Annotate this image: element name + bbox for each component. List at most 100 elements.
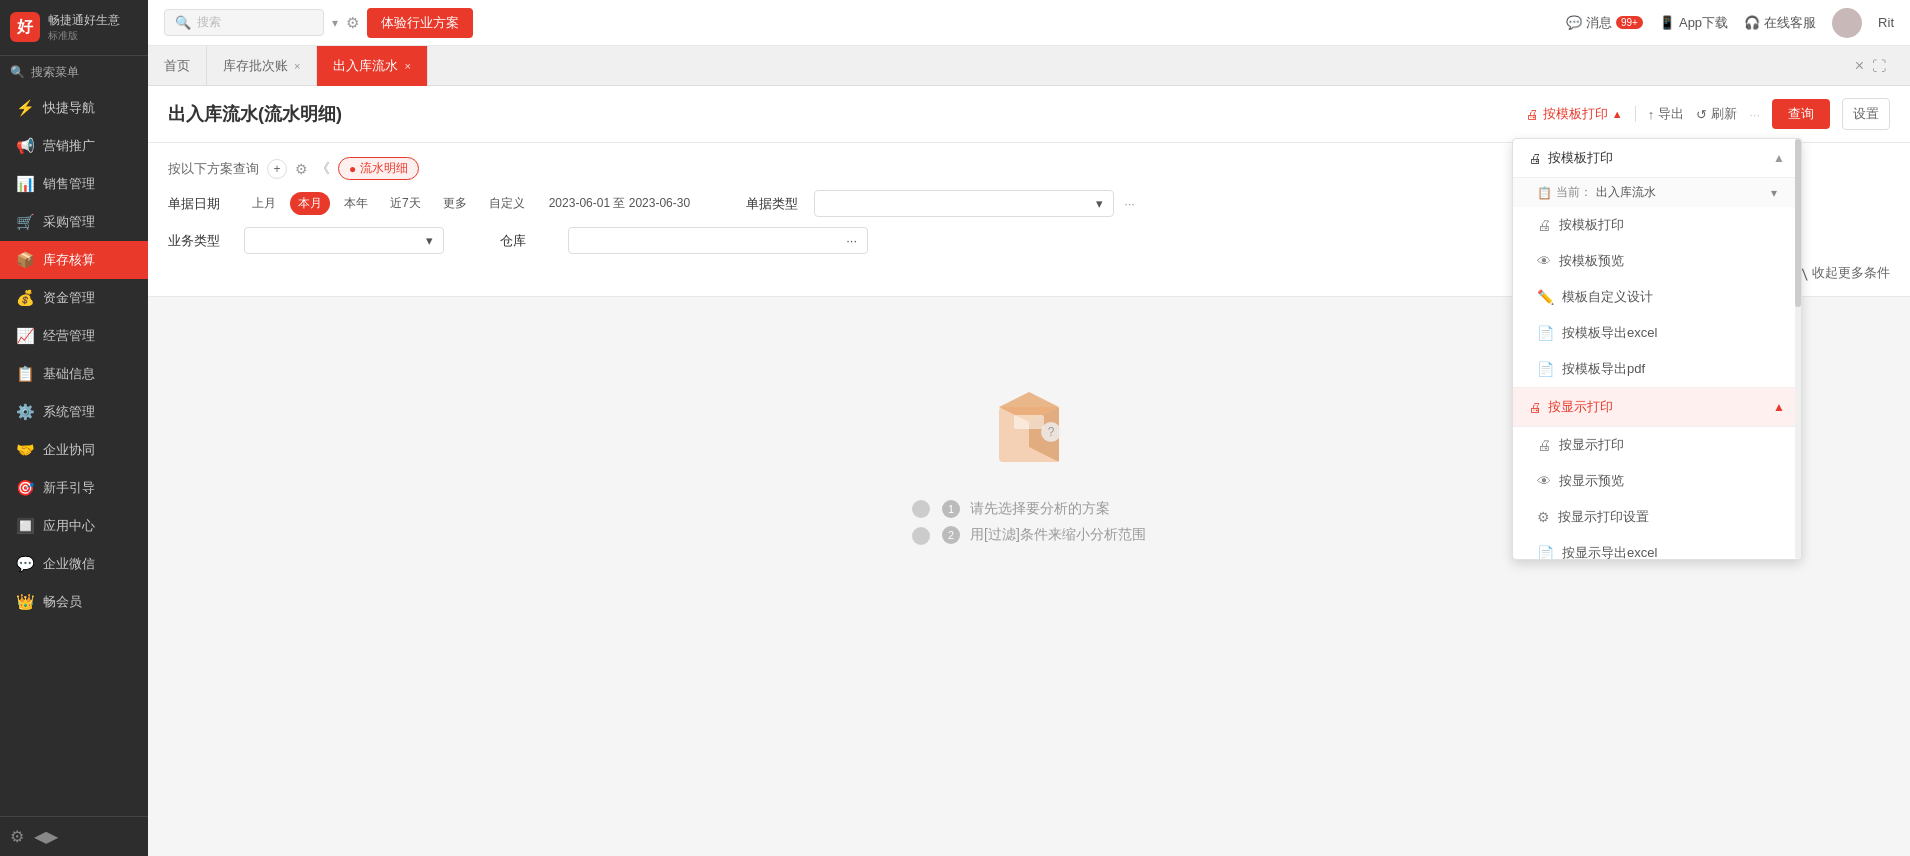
refresh-button[interactable]: ↺ 刷新 xyxy=(1696,105,1737,123)
tab-expand-icon[interactable]: ⛶ xyxy=(1872,58,1886,74)
topbar-search-box[interactable]: 🔍 搜索 xyxy=(164,9,324,36)
sidebar-item-collab[interactable]: 🤝 企业协同 xyxy=(0,431,148,469)
tab-in-out-flow-close[interactable]: × xyxy=(404,60,410,72)
topbar-right: 💬 消息 99+ 📱 App下载 🎧 在线客服 Rit xyxy=(1566,8,1894,38)
empty-hints-list: 1 请先选择要分析的方案 2 用[过滤]条件来缩小分析范围 xyxy=(912,500,1146,553)
date-more[interactable]: 更多 xyxy=(435,192,475,215)
dropdown-display-print-settings[interactable]: ⚙ 按显示打印设置 xyxy=(1513,499,1801,535)
warehouse-more-btn[interactable]: ··· xyxy=(846,233,857,248)
user-avatar[interactable] xyxy=(1832,8,1862,38)
display-print-section-label: 按显示打印 xyxy=(1548,398,1613,416)
template-print-button[interactable]: 🖨 按模板打印 ▲ xyxy=(1526,105,1623,123)
sidebar-bottom: ⚙ ◀▶ xyxy=(0,816,148,856)
app-download-button[interactable]: 📱 App下载 xyxy=(1659,14,1728,32)
current-template-name: 出入库流水 xyxy=(1596,184,1656,201)
business-type-select[interactable]: ▾ xyxy=(244,227,444,254)
date-current-year[interactable]: 本年 xyxy=(336,192,376,215)
dropdown-display-export-excel[interactable]: 📄 按显示导出excel xyxy=(1513,535,1801,559)
sidebar-item-corp-wechat[interactable]: 💬 企业微信 xyxy=(0,545,148,583)
filter-add-button[interactable]: + xyxy=(267,159,287,179)
sidebar-item-purchase[interactable]: 🛒 采购管理 xyxy=(0,203,148,241)
export-button[interactable]: ↑ 导出 xyxy=(1648,105,1685,123)
sidebar-search[interactable]: 🔍 搜索菜单 xyxy=(0,56,148,89)
display-preview-label: 按显示预览 xyxy=(1559,472,1624,490)
tab-home[interactable]: 首页 xyxy=(164,46,207,86)
template-excel-label: 按模板导出excel xyxy=(1562,324,1657,342)
export-icon: ↑ xyxy=(1648,107,1655,122)
filter-settings-icon[interactable]: ⚙ xyxy=(295,161,308,177)
scrollbar-track[interactable] xyxy=(1795,139,1801,559)
sidebar: 好 畅捷通好生意 标准版 🔍 搜索菜单 ⚡ 快捷导航 📢 营销推广 📊 销售管理… xyxy=(0,0,148,856)
collapse-more-button[interactable]: ⋀ 收起更多条件 xyxy=(1797,264,1890,282)
template-print-section-header[interactable]: 🖨 按模板打印 ▲ xyxy=(1513,139,1801,178)
date-last-7-days[interactable]: 近7天 xyxy=(382,192,429,215)
voucher-type-select[interactable]: ▾ xyxy=(814,190,1114,217)
member-icon: 👑 xyxy=(16,593,35,611)
date-range-display: 2023-06-01 至 2023-06-30 xyxy=(549,195,690,212)
tab-close-icon[interactable]: × xyxy=(1855,57,1864,75)
sidebar-item-system[interactable]: ⚙️ 系统管理 xyxy=(0,393,148,431)
sidebar-item-app-center[interactable]: 🔲 应用中心 xyxy=(0,507,148,545)
template-print-chevron-up: ▲ xyxy=(1612,108,1623,120)
sidebar-item-label: 基础信息 xyxy=(43,365,95,383)
warehouse-select[interactable]: ··· xyxy=(568,227,868,254)
sidebar-item-basic[interactable]: 📋 基础信息 xyxy=(0,355,148,393)
sidebar-item-operations[interactable]: 📈 经营管理 xyxy=(0,317,148,355)
voucher-more-btn[interactable]: ··· xyxy=(1124,196,1135,211)
sidebar-settings-btn[interactable]: ⚙ xyxy=(10,827,24,846)
tabs-right-controls: × ⛶ xyxy=(428,57,1894,75)
sidebar-item-inventory[interactable]: 📦 库存核算 xyxy=(0,241,148,279)
template-pdf-icon: 📄 xyxy=(1537,361,1554,377)
tab-batch-account[interactable]: 库存批次账 × xyxy=(207,46,317,86)
sidebar-item-quick-nav[interactable]: ⚡ 快捷导航 xyxy=(0,89,148,127)
filter-tag[interactable]: ● 流水明细 xyxy=(338,157,419,180)
tab-in-out-flow[interactable]: 出入库流水 × xyxy=(317,46,427,86)
divider xyxy=(1635,106,1636,122)
filter-collapse-icon[interactable]: 《 xyxy=(316,160,330,178)
app-center-icon: 🔲 xyxy=(16,517,35,535)
system-icon: ⚙️ xyxy=(16,403,35,421)
industry-solution-button[interactable]: 体验行业方案 xyxy=(367,8,473,38)
display-printer-icon: 🖨 xyxy=(1529,400,1542,415)
current-template-row: 📋 当前： 出入库流水 ▾ xyxy=(1513,178,1801,207)
sidebar-item-member[interactable]: 👑 畅会员 xyxy=(0,583,148,621)
sidebar-item-guide[interactable]: 🎯 新手引导 xyxy=(0,469,148,507)
basic-icon: 📋 xyxy=(16,365,35,383)
voucher-type-label: 单据类型 xyxy=(746,195,806,213)
dropdown-display-print[interactable]: 🖨 按显示打印 xyxy=(1513,427,1801,463)
dropdown-template-preview[interactable]: 👁 按模板预览 xyxy=(1513,243,1801,279)
dropdown-template-export-excel[interactable]: 📄 按模板导出excel xyxy=(1513,315,1801,351)
settings-button[interactable]: 设置 xyxy=(1842,98,1890,130)
date-current-month[interactable]: 本月 xyxy=(290,192,330,215)
hint-item-2: 2 用[过滤]条件来缩小分析范围 xyxy=(912,526,1146,544)
dropdown-display-preview[interactable]: 👁 按显示预览 xyxy=(1513,463,1801,499)
online-service-button[interactable]: 🎧 在线客服 xyxy=(1744,14,1816,32)
collab-icon: 🤝 xyxy=(16,441,35,459)
sidebar-collapse-btn[interactable]: ◀▶ xyxy=(34,827,58,846)
sidebar-item-finance[interactable]: 💰 资金管理 xyxy=(0,279,148,317)
svg-text:?: ? xyxy=(1048,425,1055,439)
dropdown-template-print[interactable]: 🖨 按模板打印 xyxy=(1513,207,1801,243)
export-label: 导出 xyxy=(1658,105,1684,123)
date-options: 上月 本月 本年 近7天 更多 自定义 xyxy=(244,192,533,215)
dropdown-template-export-pdf[interactable]: 📄 按模板导出pdf xyxy=(1513,351,1801,387)
template-preview-label: 按模板预览 xyxy=(1559,252,1624,270)
topbar-chevron-icon[interactable]: ▾ xyxy=(332,16,338,30)
current-chevron: ▾ xyxy=(1771,186,1777,200)
topbar: 🔍 搜索 ▾ ⚙ 体验行业方案 💬 消息 99+ 📱 App下载 🎧 在线客服 … xyxy=(148,0,1910,46)
topbar-gear-icon[interactable]: ⚙ xyxy=(346,14,359,32)
query-button[interactable]: 查询 xyxy=(1772,99,1830,129)
sidebar-item-sales[interactable]: 📊 销售管理 xyxy=(0,165,148,203)
search-label: 搜索菜单 xyxy=(31,64,79,81)
date-custom[interactable]: 自定义 xyxy=(481,192,533,215)
dropdown-template-custom[interactable]: ✏️ 模板自定义设计 xyxy=(1513,279,1801,315)
action-ellipsis[interactable]: ··· xyxy=(1749,107,1760,122)
service-label: 在线客服 xyxy=(1764,14,1816,32)
dropdown-scroll-area: 🖨 按模板打印 ▲ 📋 当前： 出入库流水 ▾ 🖨 按模板打印 xyxy=(1513,139,1801,559)
date-prev-month[interactable]: 上月 xyxy=(244,192,284,215)
purchase-icon: 🛒 xyxy=(16,213,35,231)
sidebar-item-marketing[interactable]: 📢 营销推广 xyxy=(0,127,148,165)
message-button[interactable]: 💬 消息 99+ xyxy=(1566,14,1643,32)
display-print-section-header[interactable]: 🖨 按显示打印 ▲ xyxy=(1513,388,1801,427)
tab-batch-account-close[interactable]: × xyxy=(294,60,300,72)
